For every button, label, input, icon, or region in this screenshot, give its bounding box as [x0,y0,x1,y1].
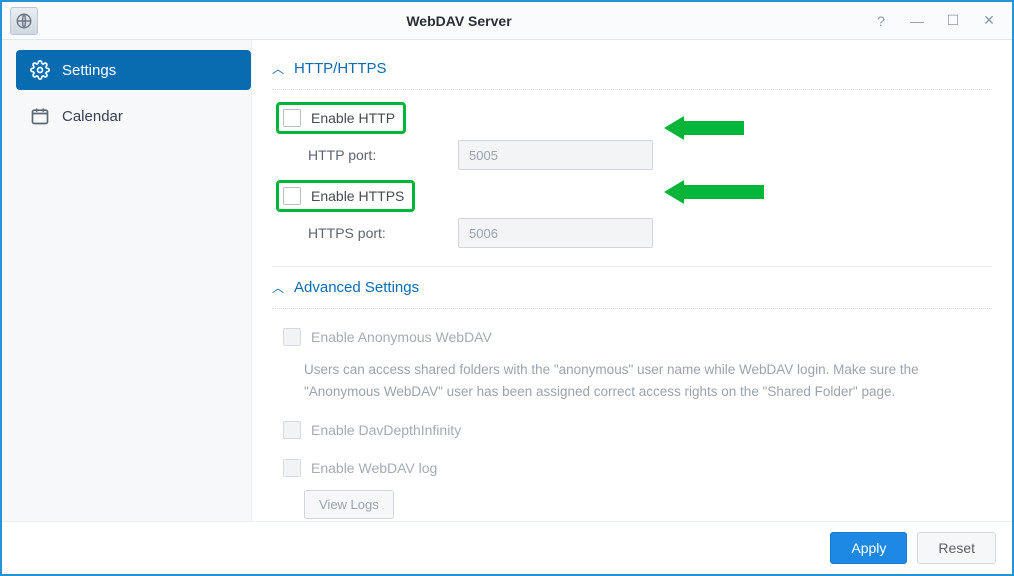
section-title: HTTP/HTTPS [294,60,387,77]
annotation-arrow-icon [664,180,764,204]
calendar-icon [30,106,50,126]
chevron-up-icon: ︿ [272,279,284,296]
enable-log-checkbox [283,459,301,477]
enable-http-label: Enable HTTP [311,110,395,126]
enable-anonymous-label: Enable Anonymous WebDAV [311,329,492,345]
content-panel: ︿ HTTP/HTTPS Enable HTTP HTTP port: Enab… [252,40,1012,521]
https-port-label: HTTPS port: [308,225,458,241]
enable-https-label: Enable HTTPS [311,188,404,204]
chevron-up-icon: ︿ [272,60,284,77]
apply-button[interactable]: Apply [830,532,907,564]
sidebar-item-calendar[interactable]: Calendar [16,96,251,136]
divider [272,266,992,267]
https-port-input[interactable] [458,218,653,248]
divider [272,89,992,90]
http-port-input[interactable] [458,140,653,170]
window-body: Settings Calendar ︿ HTTP/HTTPS Enable HT… [2,40,1012,521]
window-title: WebDAV Server [48,13,870,29]
divider [272,308,992,309]
enable-http-row: Enable HTTP [276,102,406,134]
section-title: Advanced Settings [294,279,419,296]
window-close-icon[interactable]: ✕ [978,10,1000,32]
annotation-arrow-icon [664,116,744,140]
enable-https-checkbox[interactable] [283,187,301,205]
view-logs-button[interactable]: View Logs [304,490,394,519]
app-icon [10,7,38,35]
sidebar-item-label: Calendar [62,108,123,125]
window-maximize-icon[interactable]: ☐ [942,10,964,32]
reset-button[interactable]: Reset [917,532,996,564]
app-window: WebDAV Server ? — ☐ ✕ Settings Calendar [0,0,1014,576]
anonymous-description: Users can access shared folders with the… [304,359,992,402]
sidebar-item-settings[interactable]: Settings [16,50,251,90]
enable-anonymous-checkbox [283,328,301,346]
window-help-icon[interactable]: ? [870,10,892,32]
window-minimize-icon[interactable]: — [906,10,928,32]
titlebar: WebDAV Server ? — ☐ ✕ [2,2,1012,40]
enable-depth-checkbox [283,421,301,439]
sidebar: Settings Calendar [2,40,252,521]
section-header-http[interactable]: ︿ HTTP/HTTPS [272,54,992,83]
enable-https-row: Enable HTTPS [276,180,415,212]
enable-log-label: Enable WebDAV log [311,460,437,476]
enable-http-checkbox[interactable] [283,109,301,127]
sidebar-item-label: Settings [62,62,116,79]
http-port-label: HTTP port: [308,147,458,163]
footer: Apply Reset [2,521,1012,574]
gear-icon [30,60,50,80]
enable-depth-label: Enable DavDepthInfinity [311,422,461,438]
section-header-advanced[interactable]: ︿ Advanced Settings [272,273,992,302]
